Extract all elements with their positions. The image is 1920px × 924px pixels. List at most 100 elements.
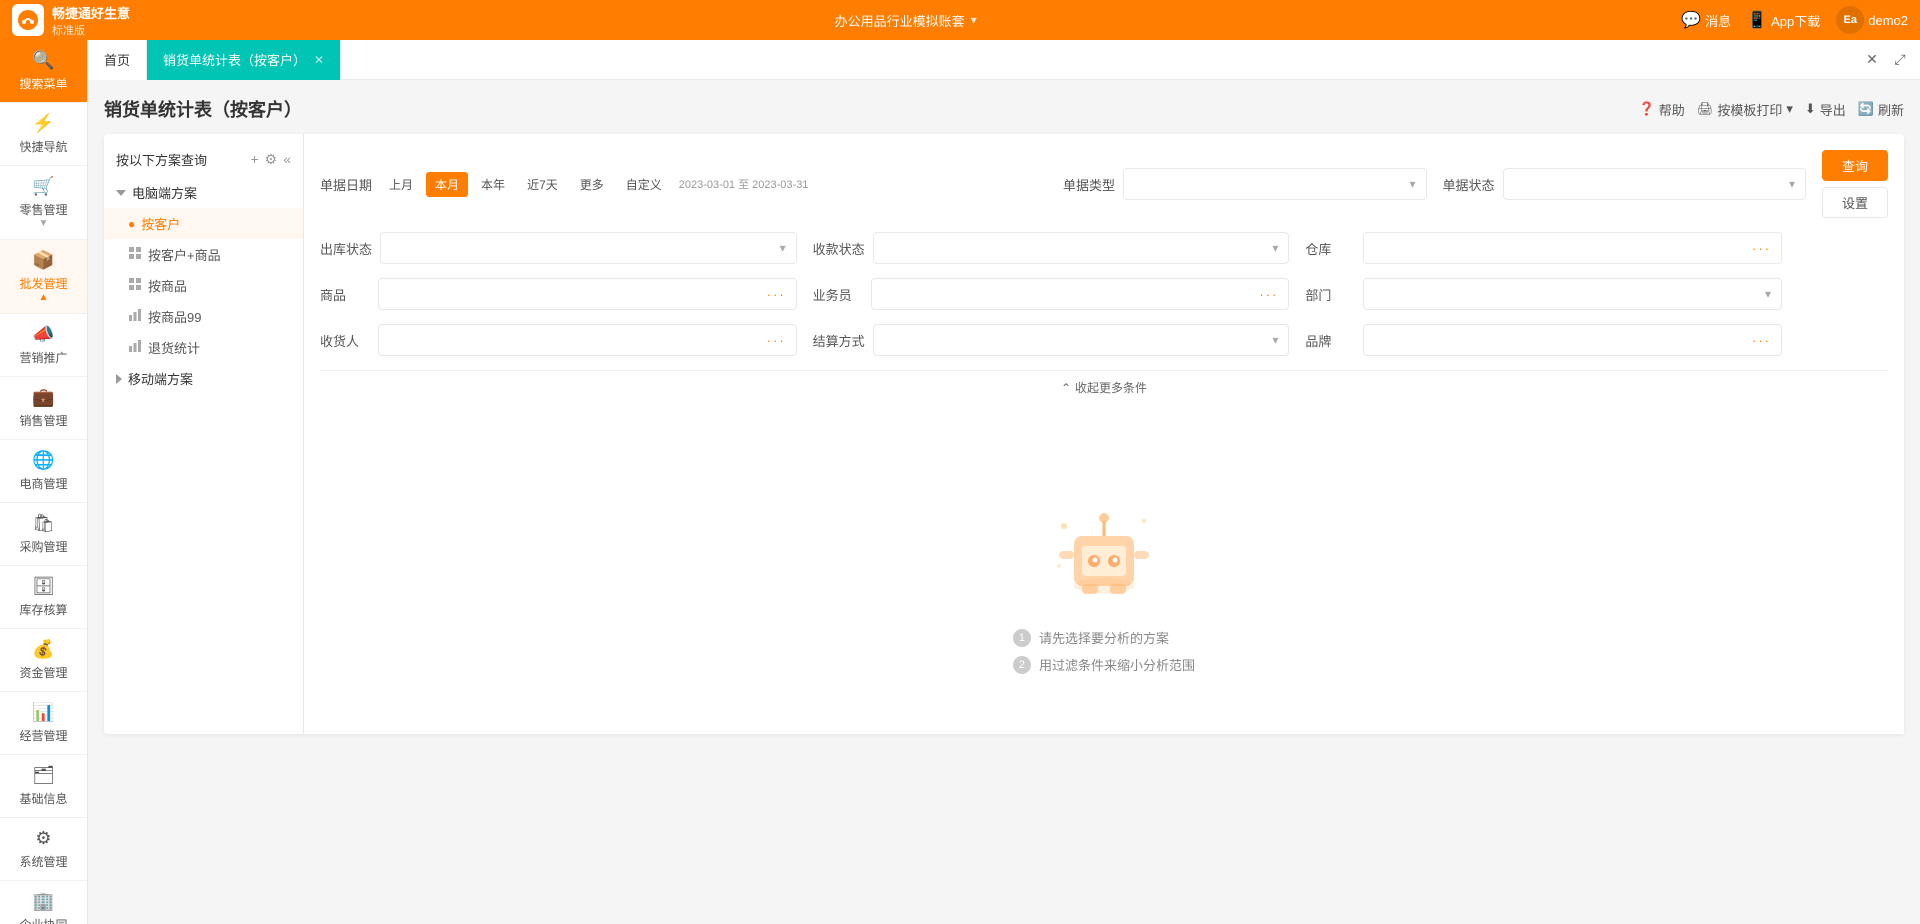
settings-btn[interactable]: 设置	[1822, 187, 1888, 218]
window-max-btn[interactable]: ⤢	[1888, 48, 1912, 72]
receiver-filter-item: 收货人 ···	[320, 324, 797, 356]
scheme-item-return-stats[interactable]: 退货统计	[104, 332, 303, 363]
app-download-btn[interactable]: 📱 App下载	[1747, 10, 1820, 30]
warehouse-dots-icon: ···	[1752, 241, 1771, 256]
query-btns: 查询 设置	[1822, 150, 1888, 218]
current-app-name: 办公用品行业模拟账套	[835, 11, 965, 30]
receiver-control[interactable]: ···	[378, 324, 797, 356]
sidebar-item-marketing[interactable]: 📣 营销推广	[0, 314, 87, 377]
sidebar-item-enterprise[interactable]: 🏢 企业协同	[0, 881, 87, 924]
date-btn-last-month[interactable]: 上月	[380, 172, 422, 197]
sidebar-label-enterprise: 企业协同	[19, 916, 67, 924]
scheme-collapse-btn[interactable]: «	[283, 151, 291, 168]
user-name: demo2	[1868, 13, 1908, 28]
quicknav-icon: ⚡	[32, 113, 54, 134]
sidebar-label-search: 搜索菜单	[19, 75, 67, 92]
print-label: 按模板打印	[1717, 100, 1782, 119]
topbar-right: 💬 消息 📱 App下载 Ea demo2	[1681, 6, 1908, 34]
sidebar-item-operations[interactable]: 📊 经营管理	[0, 692, 87, 755]
date-filter: 上月 本月 本年 近7天 更多 自定义 2023-03-01 至 2023-03…	[380, 172, 1047, 197]
topbar-center[interactable]: 办公用品行业模拟账套 ▾	[130, 11, 1681, 30]
scheme-item-by-customer[interactable]: ● 按客户	[104, 208, 303, 239]
collapse-btn[interactable]: ⌃ 收起更多条件	[320, 370, 1888, 404]
sidebar-label-marketing: 营销推广	[19, 349, 67, 366]
goods-icon	[128, 277, 142, 294]
receive-status-chevron-icon: ▾	[1272, 241, 1278, 255]
sidebar-item-ecommerce[interactable]: 🌐 电商管理	[0, 440, 87, 503]
sidebar-item-purchase[interactable]: 🛍 采购管理	[0, 503, 87, 566]
sidebar-item-system[interactable]: ⚙ 系统管理	[0, 818, 87, 881]
user-avatar-area[interactable]: Ea demo2	[1836, 6, 1908, 34]
scheme-settings-btn[interactable]: ⚙	[265, 151, 278, 168]
by-customer-active-dot: ●	[128, 217, 135, 231]
scheme-header-label: 按以下方案查询	[116, 150, 207, 169]
window-close-btn[interactable]: ✕	[1860, 48, 1884, 72]
app-title: 畅捷通好生意	[52, 3, 130, 22]
tab-close-btn[interactable]: ✕	[314, 53, 324, 67]
dept-control[interactable]: ▾	[1363, 278, 1782, 310]
empty-illustration	[1044, 496, 1164, 616]
tab-active[interactable]: 销货单统计表（按客户） ✕	[147, 40, 341, 80]
scheme-item-by-goods[interactable]: 按商品	[104, 270, 303, 301]
salesperson-control[interactable]: ···	[871, 278, 1290, 310]
scheme-desktop-group-title[interactable]: 电脑端方案	[104, 177, 303, 208]
sidebar-item-search[interactable]: 🔍 搜索菜单	[0, 40, 87, 103]
date-range-text: 2023-03-01 至 2023-03-31	[679, 176, 809, 192]
warehouse-control[interactable]: ···	[1363, 232, 1782, 264]
sidebar-item-sales[interactable]: 💼 销售管理	[0, 377, 87, 440]
dropdown-arrow[interactable]: ▾	[971, 13, 977, 27]
refresh-btn[interactable]: 🔄 刷新	[1858, 100, 1904, 119]
tip2-num: 2	[1013, 656, 1031, 674]
wholesale-icon: 📦	[32, 250, 54, 271]
query-btn[interactable]: 查询	[1822, 150, 1888, 181]
sidebar-item-retail[interactable]: 🛒 零售管理 ▼	[0, 166, 87, 240]
tab-home[interactable]: 首页	[88, 40, 147, 80]
topbar-left: 畅捷通好生意 标准版	[12, 3, 130, 38]
sidebar-item-finance[interactable]: 💰 资金管理	[0, 629, 87, 692]
empty-tip-1: 1 请先选择要分析的方案	[1013, 628, 1195, 647]
goods99-icon	[128, 308, 142, 325]
goods-control[interactable]: ···	[378, 278, 797, 310]
sidebar-label-quicknav: 快捷导航	[19, 138, 67, 155]
sales-icon: 💼	[32, 387, 54, 408]
scheme-mobile-group-title[interactable]: 移动端方案	[104, 363, 303, 394]
date-btn-custom[interactable]: 自定义	[617, 172, 671, 197]
print-icon: 🖨	[1697, 101, 1714, 117]
dept-label: 部门	[1305, 285, 1355, 304]
scheme-item-by-goods-99[interactable]: 按商品99	[104, 301, 303, 332]
sidebar-label-operations: 经营管理	[19, 727, 67, 744]
help-btn[interactable]: ❓ 帮助	[1639, 100, 1685, 119]
sidebar-item-quicknav[interactable]: ⚡ 快捷导航	[0, 103, 87, 166]
date-btn-this-year[interactable]: 本年	[472, 172, 514, 197]
basic-icon: 🗂	[32, 765, 55, 786]
date-btns: 上月 本月 本年 近7天 更多 自定义	[380, 172, 671, 197]
message-btn[interactable]: 💬 消息	[1681, 10, 1731, 30]
settle-method-control[interactable]: ▾	[873, 324, 1290, 356]
out-status-control[interactable]: ▾	[380, 232, 797, 264]
scheme-desktop-group: 电脑端方案 ● 按客户 按客户+商品	[104, 177, 303, 363]
scheme-add-btn[interactable]: +	[250, 151, 258, 168]
date-btn-more[interactable]: 更多	[571, 172, 613, 197]
inventory-icon: 🗄	[32, 576, 55, 597]
brand-control[interactable]: ···	[1363, 324, 1782, 356]
receive-status-filter-item: 收款状态 ▾	[813, 232, 1290, 264]
sidebar-item-basic[interactable]: 🗂 基础信息	[0, 755, 87, 818]
scheme-mobile-group: 移动端方案	[104, 363, 303, 394]
receive-status-control[interactable]: ▾	[873, 232, 1290, 264]
salesperson-label: 业务员	[813, 285, 863, 304]
tab-active-label: 销货单统计表（按客户）	[163, 50, 306, 69]
scheme-item-by-customer-goods[interactable]: 按客户+商品	[104, 239, 303, 270]
settle-method-filter-item: 结算方式 ▾	[813, 324, 1290, 356]
doc-status-control[interactable]: ▾	[1503, 168, 1806, 200]
main-layout: 🔍 搜索菜单 ⚡ 快捷导航 🛒 零售管理 ▼ 📦 批发管理 ▲ 📣 营销推广 💼…	[0, 40, 1920, 924]
sidebar-item-wholesale[interactable]: 📦 批发管理 ▲	[0, 240, 87, 314]
doc-type-filter-item: 单据类型 ▾	[1063, 168, 1427, 200]
doc-type-control[interactable]: ▾	[1123, 168, 1426, 200]
sidebar-item-inventory[interactable]: 🗄 库存核算	[0, 566, 87, 629]
date-btn-this-month[interactable]: 本月	[426, 172, 468, 197]
sidebar-label-inventory: 库存核算	[19, 601, 67, 618]
wholesale-expand: ▲	[39, 292, 49, 303]
date-btn-7days[interactable]: 近7天	[518, 172, 567, 197]
export-btn[interactable]: ⬇ 导出	[1805, 100, 1846, 119]
print-btn[interactable]: 🖨 按模板打印 ▾	[1697, 100, 1793, 119]
